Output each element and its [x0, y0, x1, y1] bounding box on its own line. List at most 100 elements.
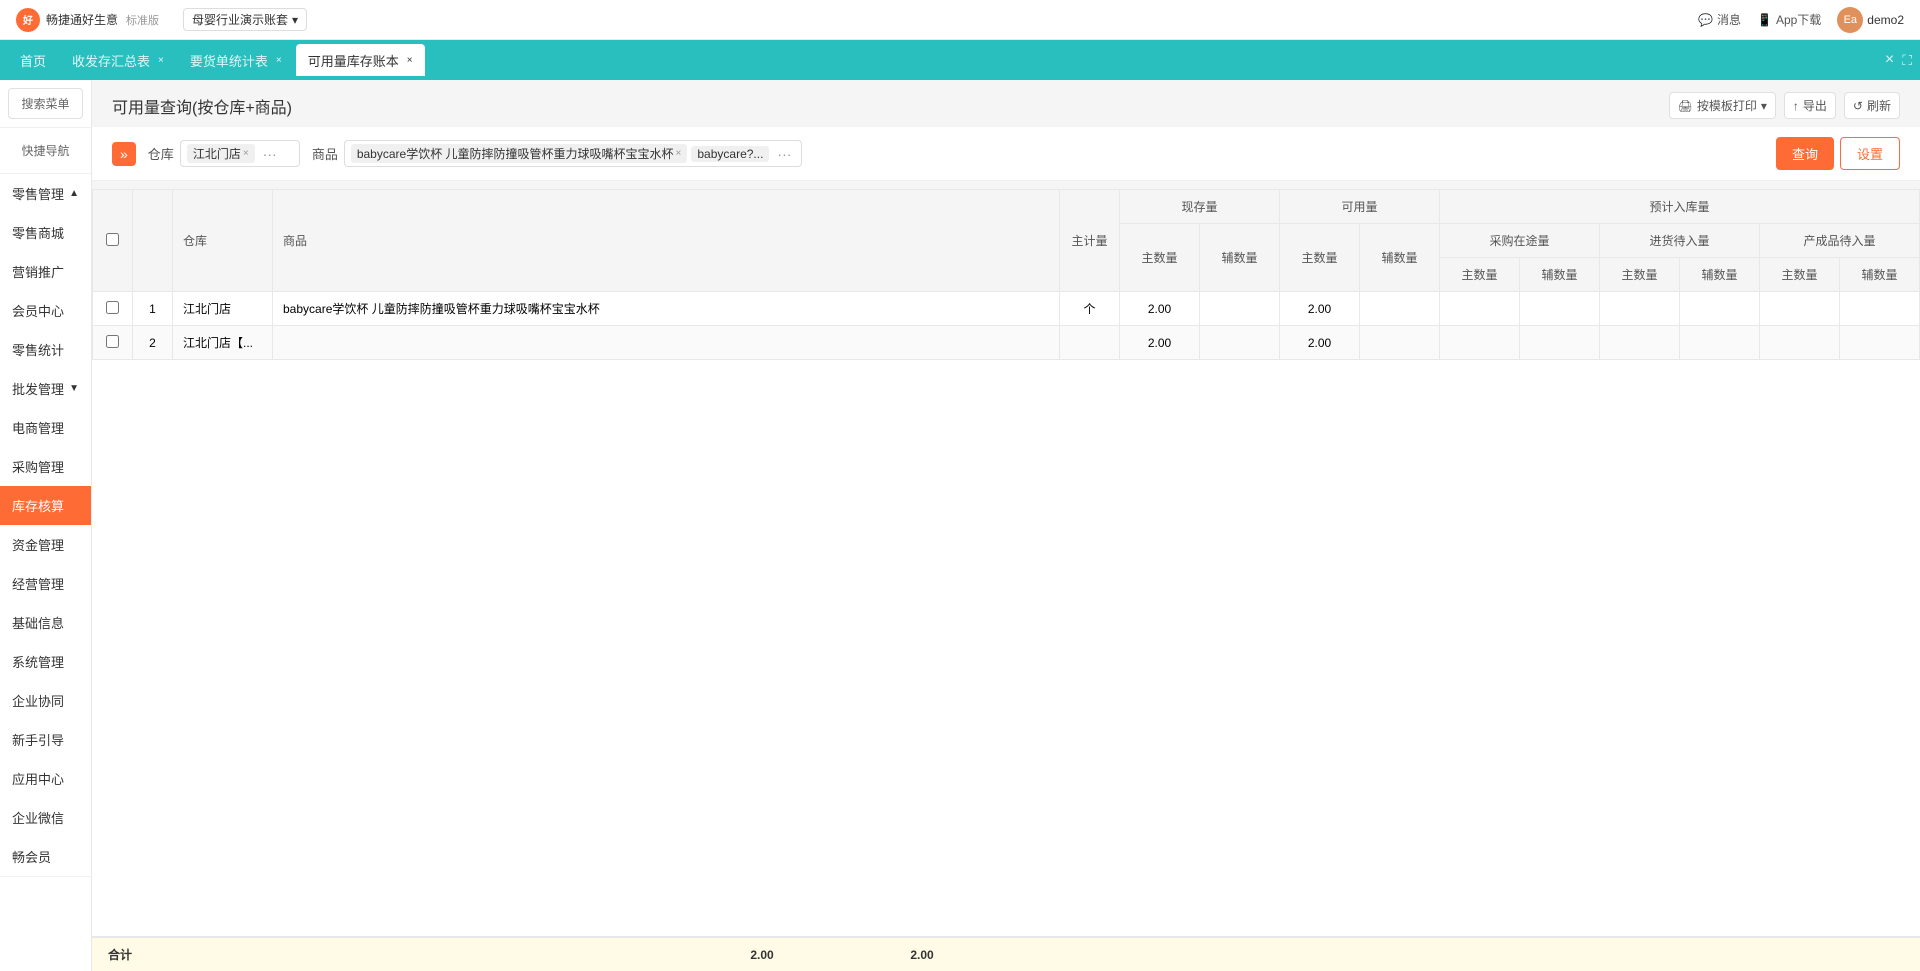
th-checkbox[interactable] [93, 190, 133, 292]
sidebar-item-retail-mgmt[interactable]: 零售管理 ▲ [0, 174, 91, 213]
avatar: Ea [1837, 7, 1863, 33]
th-incoming-wait-main: 主数量 [1600, 258, 1680, 292]
tab-receivable[interactable]: 收发存汇总表 × [60, 44, 176, 76]
print-label: 按模板打印 [1697, 97, 1757, 114]
sidebar-member-center-label: 会员中心 [12, 301, 79, 320]
refresh-button[interactable]: ↺ 刷新 [1844, 92, 1900, 119]
app-download-action[interactable]: 📱 App下载 [1757, 11, 1821, 28]
table-header-row-1: 仓库 商品 主计量 现存量 可用量 [93, 190, 1920, 224]
logo-icon: 好 [16, 8, 40, 32]
sidebar-item-system-mgmt[interactable]: 系统管理 [0, 642, 91, 681]
settings-button[interactable]: 设置 [1840, 137, 1900, 170]
sidebar: 搜索菜单 快捷导航 零售管理 ▲ 零售商城 营销推广 会员中心 零售统计 批发管… [0, 80, 92, 971]
main-layout: 搜索菜单 快捷导航 零售管理 ▲ 零售商城 营销推广 会员中心 零售统计 批发管… [0, 80, 1920, 971]
product-tag-1-remove[interactable]: × [676, 148, 682, 159]
table-footer: 合计 2.00 2.00 [92, 936, 1920, 971]
table-body: 1 江北门店 babycare学饮杯 儿童防摔防撞吸管杯重力球吸嘴杯宝宝水杯 个… [93, 292, 1920, 360]
message-action[interactable]: 💬 消息 [1698, 11, 1741, 28]
user-action[interactable]: Ea demo2 [1837, 7, 1904, 33]
nav-expand-btn[interactable]: ⛶ [1902, 52, 1912, 69]
row-no-0: 1 [133, 292, 173, 326]
th-unit: 主计量 [1060, 190, 1120, 292]
row-product-main-0 [1760, 292, 1840, 326]
sidebar-item-enterprise-wechat[interactable]: 企业微信 [0, 798, 91, 837]
sidebar-item-enterprise[interactable]: 企业协同 [0, 681, 91, 720]
warehouse-tag: 江北门店 × [187, 144, 255, 163]
th-product-label: 商品 [283, 234, 307, 248]
th-stock-group: 现存量 [1120, 190, 1280, 224]
sidebar-system-mgmt-label: 系统管理 [12, 652, 79, 671]
sidebar-item-wholesale-mgmt[interactable]: 批发管理 ▼ [0, 369, 91, 408]
search-menu-button[interactable]: 搜索菜单 [8, 88, 83, 119]
th-purchase-group-label: 采购在途量 [1489, 234, 1549, 248]
th-available-group: 可用量 [1280, 190, 1440, 224]
select-all-checkbox[interactable] [106, 233, 119, 246]
nav-tabs-right: × ⛶ [1885, 51, 1912, 69]
sidebar-item-inventory[interactable]: 库存核算 [0, 486, 91, 525]
th-no [133, 190, 173, 292]
top-bar: 好 畅捷通好生意 标准版 母婴行业演示账套 ▾ 💬 消息 📱 App下载 Ea … [0, 0, 1920, 40]
row-purchase-aux-1 [1520, 326, 1600, 360]
sidebar-retail-mgmt-label: 零售管理 [12, 184, 69, 203]
row-checkbox-1[interactable] [93, 326, 133, 360]
filter-expand-button[interactable]: » [112, 142, 136, 166]
tab-available-stock-close[interactable]: × [407, 55, 413, 66]
row-available-main-0: 2.00 [1280, 292, 1360, 326]
footer-label: 合计 [92, 946, 722, 963]
query-button[interactable]: 查询 [1776, 137, 1834, 170]
sidebar-item-ecommerce[interactable]: 电商管理 [0, 408, 91, 447]
row-purchase-main-1 [1440, 326, 1520, 360]
tab-home-label: 首页 [20, 51, 46, 70]
sidebar-item-basic-info[interactable]: 基础信息 [0, 603, 91, 642]
warehouse-filter-more[interactable]: ··· [259, 146, 281, 162]
product-filter-more[interactable]: ··· [773, 146, 795, 162]
warehouse-tag-value: 江北门店 [193, 145, 241, 162]
sidebar-wholesale-mgmt-label: 批发管理 [12, 379, 69, 398]
sidebar-item-finance[interactable]: 资金管理 [0, 525, 91, 564]
row-available-main-1: 2.00 [1280, 326, 1360, 360]
tab-available-stock[interactable]: 可用量库存账本 × [296, 44, 425, 76]
th-product: 商品 [273, 190, 1060, 292]
tab-receivable-close[interactable]: × [158, 55, 164, 66]
store-dropdown-icon: ▾ [292, 13, 298, 27]
sidebar-ecommerce-label: 电商管理 [12, 418, 79, 437]
sidebar-item-new-guide[interactable]: 新手引导 [0, 720, 91, 759]
sidebar-item-retail-mall[interactable]: 零售商城 [0, 213, 91, 252]
export-button[interactable]: ↑ 导出 [1784, 92, 1836, 119]
table-row[interactable]: 1 江北门店 babycare学饮杯 儿童防摔防撞吸管杯重力球吸嘴杯宝宝水杯 个… [93, 292, 1920, 326]
app-download-label: App下载 [1776, 11, 1821, 28]
sidebar-item-member-center[interactable]: 会员中心 [0, 291, 91, 330]
print-button[interactable]: 🖨 按模板打印 ▾ [1669, 92, 1776, 119]
th-warehouse-label: 仓库 [183, 234, 207, 248]
th-available-main-label: 主数量 [1301, 251, 1337, 265]
sidebar-item-marketing[interactable]: 营销推广 [0, 252, 91, 291]
th-available-group-label: 可用量 [1341, 200, 1377, 214]
quick-nav-link[interactable]: 快捷导航 [8, 136, 83, 165]
row-stock-aux-1 [1200, 326, 1280, 360]
sidebar-enterprise-label: 企业协同 [12, 691, 79, 710]
tab-home[interactable]: 首页 [8, 44, 58, 76]
warehouse-filter-tags[interactable]: 江北门店 × ··· [180, 140, 300, 167]
warehouse-filter-label: 仓库 [148, 144, 174, 163]
nav-close-all-btn[interactable]: × [1885, 51, 1894, 69]
sidebar-basic-info-label: 基础信息 [12, 613, 79, 632]
th-incoming-group-label: 预计入库量 [1649, 200, 1709, 214]
product-tag-2: babycare?... [691, 146, 769, 162]
sidebar-quicknav-section: 快捷导航 [0, 128, 91, 174]
tab-receivable-label: 收发存汇总表 [72, 51, 150, 70]
warehouse-tag-remove[interactable]: × [243, 148, 249, 159]
tab-order-stats-close[interactable]: × [276, 55, 282, 66]
sidebar-retail-mall-label: 零售商城 [12, 223, 79, 242]
store-name: 母婴行业演示账套 [192, 11, 288, 28]
sidebar-item-retail-stats[interactable]: 零售统计 [0, 330, 91, 369]
sidebar-item-app-center[interactable]: 应用中心 [0, 759, 91, 798]
tab-order-stats[interactable]: 要货单统计表 × [178, 44, 294, 76]
sidebar-item-operations[interactable]: 经营管理 [0, 564, 91, 603]
store-selector[interactable]: 母婴行业演示账套 ▾ [183, 8, 307, 31]
product-filter-tags[interactable]: babycare学饮杯 儿童防摔防撞吸管杯重力球吸嘴杯宝宝水杯 × babyca… [344, 140, 803, 167]
row-checkbox-0[interactable] [93, 292, 133, 326]
sidebar-item-member[interactable]: 畅会员 [0, 837, 91, 876]
sidebar-item-purchase[interactable]: 采购管理 [0, 447, 91, 486]
row-product-1 [273, 326, 1060, 360]
table-row[interactable]: 2 江北门店【... 2.00 2.00 [93, 326, 1920, 360]
